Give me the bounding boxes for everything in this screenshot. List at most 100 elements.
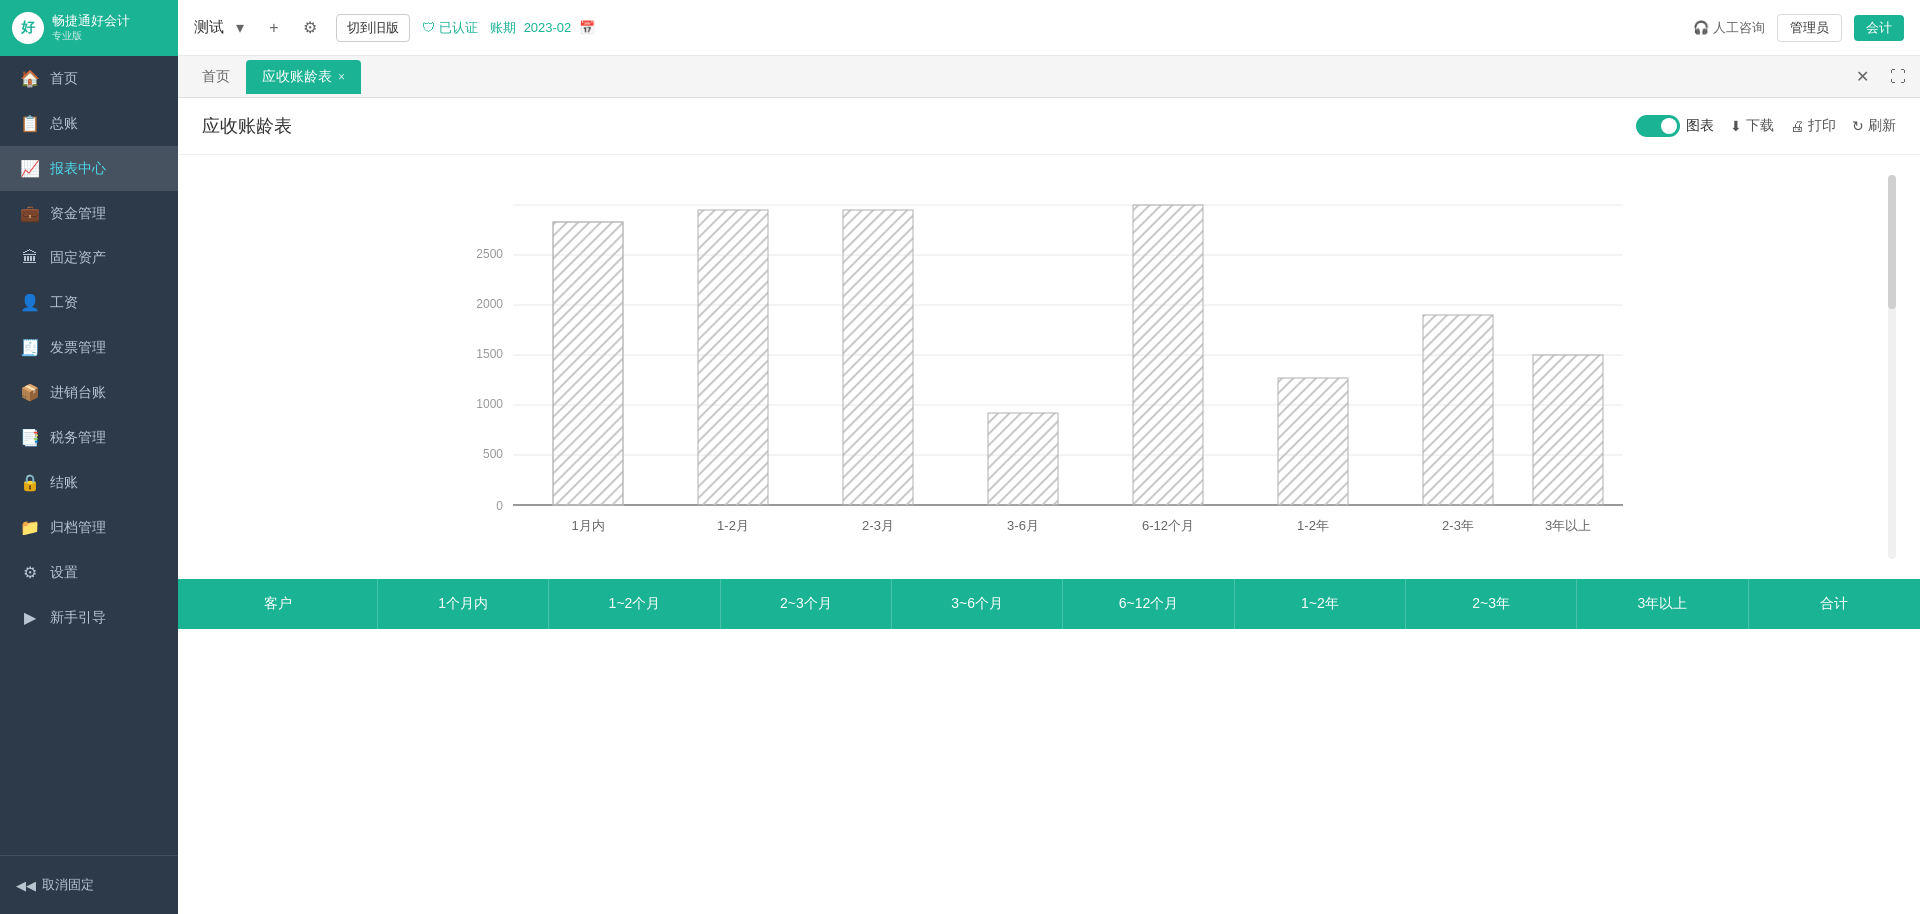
svg-text:1500: 1500: [476, 347, 503, 361]
col-header-3year-plus: 3年以上: [1577, 579, 1748, 629]
tab-home[interactable]: 首页: [186, 60, 246, 94]
sidebar-item-label: 归档管理: [50, 519, 106, 537]
page-header: 应收账龄表 图表 ⬇ 下载 🖨 打印 ↻: [178, 98, 1920, 155]
sidebar-item-label: 资金管理: [50, 205, 106, 223]
col-header-2-3month: 2~3个月: [721, 579, 892, 629]
archive-icon: 📁: [20, 518, 40, 537]
tabsbar-right: ✕ ⛶: [1848, 63, 1912, 91]
table-area: 客户 1个月内 1~2个月 2~3个月 3~6个月 6~12个月 1~2年 2~…: [178, 579, 1920, 649]
logo-text-block: 畅捷通好会计 专业版: [52, 13, 130, 44]
sidebar-item-funds[interactable]: 💼 资金管理: [0, 191, 178, 236]
workspace-name: 测试: [194, 18, 224, 37]
workspace-dropdown[interactable]: ▾: [236, 18, 244, 37]
print-button[interactable]: 🖨 打印: [1790, 117, 1836, 135]
calendar-icon[interactable]: 📅: [579, 20, 595, 35]
col-header-customer: 客户: [178, 579, 378, 629]
page-title: 应收账龄表: [202, 114, 292, 138]
chart-scrollbar[interactable]: [1888, 175, 1896, 559]
sidebar-item-invoice[interactable]: 🧾 发票管理: [0, 325, 178, 370]
svg-rect-17: [843, 210, 913, 505]
page-container: 应收账龄表 图表 ⬇ 下载 🖨 打印 ↻: [178, 98, 1920, 914]
chart-area: 0 500 1000 1500 2000 2500: [178, 155, 1920, 579]
settings-icon: ⚙: [20, 563, 40, 582]
sidebar-item-assets[interactable]: 🏛 固定资产: [0, 236, 178, 280]
refresh-icon: ↻: [1852, 118, 1864, 134]
sidebar-item-label: 发票管理: [50, 339, 106, 357]
col-header-1-2year: 1~2年: [1235, 579, 1406, 629]
sidebar-item-label: 税务管理: [50, 429, 106, 447]
main-panel: 测试 ▾ + ⚙ 切到旧版 🛡 已认证 账期 2023-02 📅 🎧 人工咨询 …: [178, 0, 1920, 914]
svg-text:0: 0: [496, 499, 503, 513]
chart-scrollbar-thumb: [1888, 175, 1896, 309]
period-label: 账期: [490, 20, 516, 35]
sidebar-item-reports[interactable]: 📈 报表中心: [0, 146, 178, 191]
tab-receivable-aging[interactable]: 应收账龄表 ×: [246, 60, 361, 94]
sidebar-item-label: 结账: [50, 474, 78, 492]
sidebar-item-guide[interactable]: ▶ 新手引导: [0, 595, 178, 640]
svg-rect-20: [1278, 378, 1348, 505]
topbar-right: 🎧 人工咨询 管理员 会计: [1693, 14, 1904, 42]
col-header-1month: 1个月内: [378, 579, 549, 629]
svg-rect-19: [1133, 205, 1203, 505]
purchase-sale-icon: 📦: [20, 383, 40, 402]
refresh-button[interactable]: ↻ 刷新: [1852, 117, 1896, 135]
svg-text:6-12个月: 6-12个月: [1142, 518, 1194, 533]
sidebar-item-label: 设置: [50, 564, 78, 582]
sidebar-item-salary[interactable]: 👤 工资: [0, 280, 178, 325]
sidebar-footer: ◀◀ 取消固定: [0, 855, 178, 914]
print-label: 打印: [1808, 117, 1836, 135]
svg-text:3-6月: 3-6月: [1007, 518, 1039, 533]
download-button[interactable]: ⬇ 下载: [1730, 117, 1774, 135]
sidebar-item-ledger[interactable]: 📋 总账: [0, 101, 178, 146]
table-header: 客户 1个月内 1~2个月 2~3个月 3~6个月 6~12个月 1~2年 2~…: [178, 579, 1920, 629]
settings-button[interactable]: ⚙: [296, 14, 324, 42]
topbar-actions: + ⚙: [260, 14, 324, 42]
sidebar-item-purchase-sale[interactable]: 📦 进销台账: [0, 370, 178, 415]
assets-icon: 🏛: [20, 249, 40, 267]
sidebar-item-tax[interactable]: 📑 税务管理: [0, 415, 178, 460]
app-name: 畅捷通好会计: [52, 13, 130, 30]
svg-text:500: 500: [483, 447, 503, 461]
svg-rect-18: [988, 413, 1058, 505]
role-button[interactable]: 会计: [1854, 15, 1904, 41]
close-window-button[interactable]: ✕: [1848, 63, 1876, 91]
sidebar-item-label: 报表中心: [50, 160, 106, 178]
sidebar-item-label: 固定资产: [50, 249, 106, 267]
refresh-label: 刷新: [1868, 117, 1896, 135]
tabsbar: 首页 应收账龄表 × ✕ ⛶: [178, 56, 1920, 98]
bar-chart: 0 500 1000 1500 2000 2500: [202, 175, 1884, 555]
page-actions: 图表 ⬇ 下载 🖨 打印 ↻ 刷新: [1636, 115, 1896, 137]
sidebar-item-closing[interactable]: 🔒 结账: [0, 460, 178, 505]
user-button[interactable]: 管理员: [1777, 14, 1842, 42]
expand-window-button[interactable]: ⛶: [1884, 63, 1912, 91]
sidebar-item-home[interactable]: 🏠 首页: [0, 56, 178, 101]
switch-version-button[interactable]: 切到旧版: [336, 14, 410, 42]
sidebar-item-settings[interactable]: ⚙ 设置: [0, 550, 178, 595]
consult-icon: 🎧: [1693, 20, 1709, 35]
svg-text:3年以上: 3年以上: [1545, 518, 1591, 533]
svg-text:2-3年: 2-3年: [1442, 518, 1474, 533]
sidebar-item-label: 进销台账: [50, 384, 106, 402]
pin-icon: ◀◀: [16, 878, 36, 893]
chart-toggle[interactable]: [1636, 115, 1680, 137]
certified-icon: 🛡: [422, 20, 435, 35]
certified-label: 已认证: [439, 19, 478, 37]
svg-rect-22: [1533, 355, 1603, 505]
tab-close-button[interactable]: ×: [338, 70, 345, 84]
period-info: 账期 2023-02 📅: [490, 19, 595, 37]
sidebar-item-archive[interactable]: 📁 归档管理: [0, 505, 178, 550]
col-header-2-3year: 2~3年: [1406, 579, 1577, 629]
home-tab-label: 首页: [202, 68, 230, 86]
svg-rect-16: [698, 210, 768, 505]
sidebar-item-label: 工资: [50, 294, 78, 312]
add-button[interactable]: +: [260, 14, 288, 42]
logo-icon: 好: [12, 12, 44, 44]
col-header-6-12month: 6~12个月: [1063, 579, 1234, 629]
salary-icon: 👤: [20, 293, 40, 312]
ledger-icon: 📋: [20, 114, 40, 133]
sidebar-item-label: 新手引导: [50, 609, 106, 627]
consult-button[interactable]: 🎧 人工咨询: [1693, 19, 1765, 37]
col-header-total: 合计: [1749, 579, 1920, 629]
cancel-pin-button[interactable]: ◀◀ 取消固定: [0, 866, 178, 904]
guide-icon: ▶: [20, 608, 40, 627]
